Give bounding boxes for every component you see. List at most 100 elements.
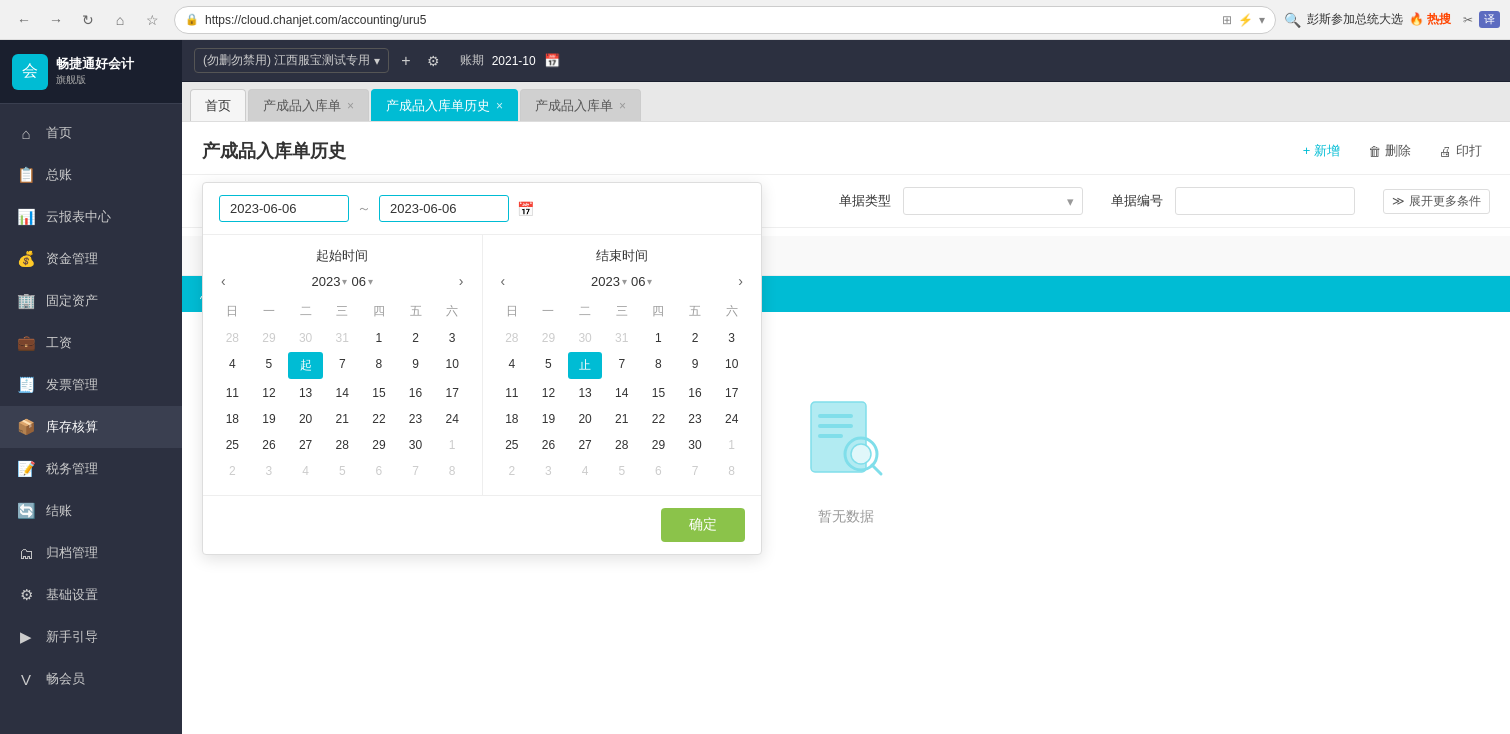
cal-day[interactable]: 12 [252,381,287,405]
cal-day[interactable]: 10 [714,352,749,379]
cal-day[interactable]: 13 [288,381,323,405]
cal-day[interactable]: 22 [641,407,676,431]
sidebar-item-inventory[interactable]: 📦库存核算 [0,406,182,448]
date-picker-icon[interactable]: 📅 [517,201,534,217]
expand-conditions-btn[interactable]: ≫ 展开更多条件 [1383,189,1490,214]
cal-day[interactable]: 21 [604,407,639,431]
address-bar[interactable]: 🔒 https://cloud.chanjet.com/accounting/u… [174,6,1276,34]
back-button[interactable]: ← [10,6,38,34]
cal-day[interactable]: 3 [435,326,470,350]
sidebar-item-settle[interactable]: 🔄结账 [0,490,182,532]
calendar-icon[interactable]: 📅 [544,53,560,68]
cal-day[interactable]: 8 [641,352,676,379]
cal-day[interactable]: 26 [252,433,287,457]
home-button[interactable]: ⌂ [106,6,134,34]
cal-day[interactable]: 28 [325,433,360,457]
add-tab-button[interactable]: + [397,52,414,70]
sidebar-item-invoice[interactable]: 🧾发票管理 [0,364,182,406]
cal-day[interactable]: 2 [398,326,433,350]
delete-button[interactable]: 🗑 删除 [1360,138,1419,164]
end-year-select[interactable]: 2023 ▾ [591,274,627,289]
cal-day[interactable]: 25 [215,433,250,457]
start-year-select[interactable]: 2023 ▾ [312,274,348,289]
cal-day[interactable]: 21 [325,407,360,431]
cal-day[interactable]: 27 [288,433,323,457]
cal-day[interactable]: 9 [678,352,713,379]
cal-day[interactable]: 4 [495,352,530,379]
cal-day[interactable]: 23 [398,407,433,431]
cal-day[interactable]: 16 [678,381,713,405]
end-date-input[interactable] [379,195,509,222]
forward-button[interactable]: → [42,6,70,34]
cal-day[interactable]: 15 [641,381,676,405]
sidebar-item-settings[interactable]: ⚙基础设置 [0,574,182,616]
cal-day[interactable]: 30 [678,433,713,457]
tab-product-list[interactable]: 产成品入库单× [248,89,369,121]
cal-day[interactable]: 7 [325,352,360,379]
start-next-btn[interactable]: › [453,271,470,291]
sidebar-item-tax[interactable]: 📝税务管理 [0,448,182,490]
cal-day[interactable]: 13 [568,381,603,405]
start-date-input[interactable] [219,195,349,222]
sidebar-item-guide[interactable]: ▶新手引导 [0,616,182,658]
start-month-select[interactable]: 06 ▾ [351,274,372,289]
bookmark-button[interactable]: ☆ [138,6,166,34]
cal-day[interactable]: 止 [568,352,603,379]
sidebar-item-payroll[interactable]: 💼工资 [0,322,182,364]
company-selector[interactable]: (勿删勿禁用) 江西服宝测试专用 ▾ [194,48,389,73]
cal-day[interactable]: 22 [362,407,397,431]
cal-day[interactable]: 17 [714,381,749,405]
start-prev-btn[interactable]: ‹ [215,271,232,291]
cal-day[interactable]: 4 [215,352,250,379]
cal-day[interactable]: 29 [362,433,397,457]
sidebar-item-ledger[interactable]: 📋总账 [0,154,182,196]
cal-day[interactable]: 18 [215,407,250,431]
sidebar-item-home[interactable]: ⌂首页 [0,112,182,154]
cal-day[interactable]: 26 [531,433,566,457]
cal-day[interactable]: 20 [568,407,603,431]
confirm-button[interactable]: 确定 [661,508,745,542]
cal-day[interactable]: 18 [495,407,530,431]
type-select[interactable]: ▾ [903,187,1083,215]
cal-day[interactable]: 16 [398,381,433,405]
sidebar-item-member[interactable]: V畅会员 [0,658,182,700]
cal-day[interactable]: 7 [604,352,639,379]
tab-home[interactable]: 首页 [190,89,246,121]
sidebar-item-archive[interactable]: 🗂归档管理 [0,532,182,574]
cal-day[interactable]: 19 [252,407,287,431]
tab-close-product-history[interactable]: × [496,99,503,113]
new-button[interactable]: + 新增 [1295,138,1348,164]
end-month-select[interactable]: 06 ▾ [631,274,652,289]
cal-day[interactable]: 30 [398,433,433,457]
cal-day[interactable]: 8 [362,352,397,379]
cal-day[interactable]: 14 [604,381,639,405]
tab-product-list2[interactable]: 产成品入库单× [520,89,641,121]
cal-day[interactable]: 20 [288,407,323,431]
print-button[interactable]: 🖨 印打 [1431,138,1490,164]
end-prev-btn[interactable]: ‹ [495,271,512,291]
cal-day[interactable]: 24 [435,407,470,431]
cal-day[interactable]: 17 [435,381,470,405]
end-next-btn[interactable]: › [732,271,749,291]
sidebar-item-reports[interactable]: 📊云报表中心 [0,196,182,238]
cal-day[interactable]: 5 [252,352,287,379]
tab-product-history[interactable]: 产成品入库单历史× [371,89,518,121]
cal-day[interactable]: 28 [604,433,639,457]
cal-day[interactable]: 1 [362,326,397,350]
reload-button[interactable]: ↻ [74,6,102,34]
settings-button[interactable]: ⚙ [423,53,444,69]
cal-day[interactable]: 2 [678,326,713,350]
cal-day[interactable]: 10 [435,352,470,379]
dropdown-icon[interactable]: ▾ [1259,13,1265,27]
cal-day[interactable]: 9 [398,352,433,379]
cal-day[interactable]: 14 [325,381,360,405]
cal-day[interactable]: 27 [568,433,603,457]
cal-day[interactable]: 1 [641,326,676,350]
sidebar-item-assets[interactable]: 🏢固定资产 [0,280,182,322]
cal-day[interactable]: 23 [678,407,713,431]
cal-day[interactable]: 15 [362,381,397,405]
cal-day[interactable]: 24 [714,407,749,431]
tab-close-product-list2[interactable]: × [619,99,626,113]
cal-day[interactable]: 12 [531,381,566,405]
sidebar-item-funds[interactable]: 💰资金管理 [0,238,182,280]
